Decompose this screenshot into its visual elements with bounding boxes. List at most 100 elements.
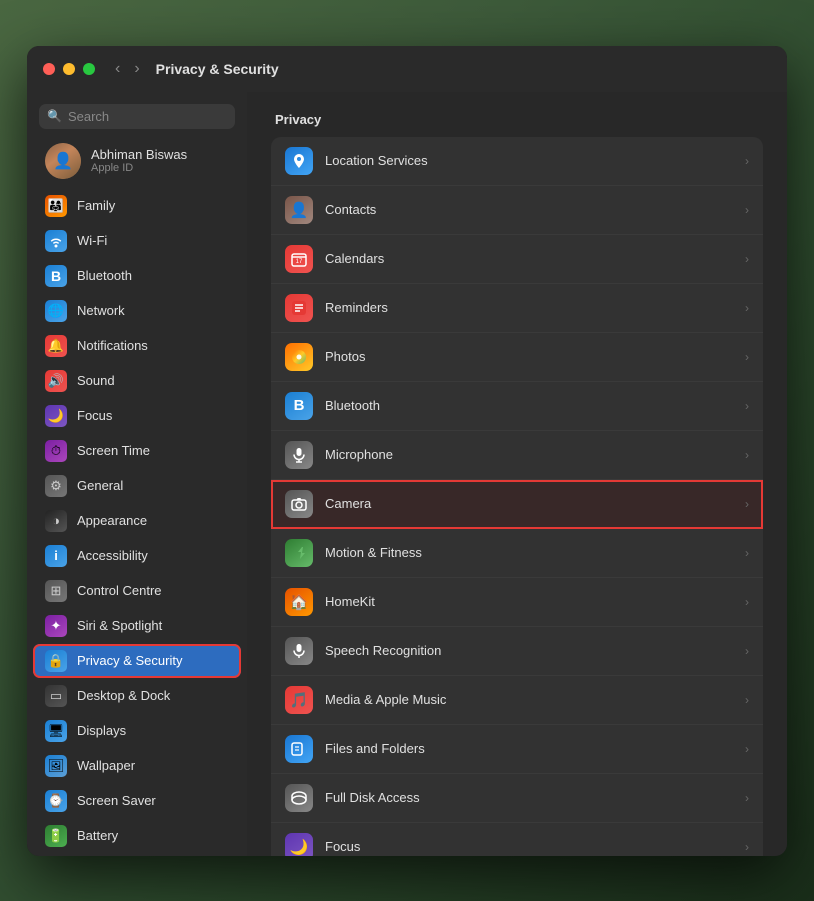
maximize-button[interactable] (83, 63, 95, 75)
screentime-icon: ⏱ (45, 440, 67, 462)
chevron-speech: › (745, 644, 749, 658)
bluetooth-icon: B (45, 265, 67, 287)
microphone-icon (285, 441, 313, 469)
row-photos[interactable]: Photos › (271, 333, 763, 382)
sidebar-item-screensaver[interactable]: ⌚ Screen Saver (33, 784, 241, 818)
row-focus-icon: 🌙 (285, 833, 313, 856)
row-label-speech: Speech Recognition (325, 643, 745, 658)
sidebar-item-wifi[interactable]: Wi-Fi (33, 224, 241, 258)
sidebar-item-lockscreen[interactable]: 🔒 Lock Screen (33, 854, 241, 856)
row-label-location: Location Services (325, 153, 745, 168)
sidebar-item-appearance[interactable]: ◑ Appearance (33, 504, 241, 538)
row-label-bluetooth: Bluetooth (325, 398, 745, 413)
row-label-photos: Photos (325, 349, 745, 364)
row-fulldisk[interactable]: Full Disk Access › (271, 774, 763, 823)
user-profile-item[interactable]: 👤 Abhiman Biswas Apple ID (33, 137, 241, 185)
window-title: Privacy & Security (156, 61, 279, 77)
sidebar-item-desktop[interactable]: ▭ Desktop & Dock (33, 679, 241, 713)
media-icon: 🎵 (285, 686, 313, 714)
chevron-homekit: › (745, 595, 749, 609)
sidebar-label-network: Network (77, 303, 125, 318)
close-button[interactable] (43, 63, 55, 75)
row-media[interactable]: 🎵 Media & Apple Music › (271, 676, 763, 725)
contacts-icon: 👤 (285, 196, 313, 224)
row-label-homekit: HomeKit (325, 594, 745, 609)
row-label-microphone: Microphone (325, 447, 745, 462)
row-microphone[interactable]: Microphone › (271, 431, 763, 480)
row-label-fulldisk: Full Disk Access (325, 790, 745, 805)
accessibility-icon: i (45, 545, 67, 567)
row-homekit[interactable]: 🏠 HomeKit › (271, 578, 763, 627)
files-icon (285, 735, 313, 763)
sidebar-item-siri[interactable]: ✦ Siri & Spotlight (33, 609, 241, 643)
battery-icon: 🔋 (45, 825, 67, 847)
row-files[interactable]: Files and Folders › (271, 725, 763, 774)
sidebar-item-focus[interactable]: 🌙 Focus (33, 399, 241, 433)
row-contacts[interactable]: 👤 Contacts › (271, 186, 763, 235)
appearance-icon: ◑ (45, 510, 67, 532)
section-title: Privacy (271, 112, 763, 127)
sidebar-item-privacy[interactable]: 🔒 Privacy & Security (33, 644, 241, 678)
search-input[interactable] (68, 109, 227, 124)
row-motion[interactable]: Motion & Fitness › (271, 529, 763, 578)
svg-text:17: 17 (296, 259, 303, 265)
sidebar-item-bluetooth[interactable]: B Bluetooth (33, 259, 241, 293)
minimize-button[interactable] (63, 63, 75, 75)
sidebar-item-family[interactable]: 👨‍👩‍👧 Family (33, 189, 241, 223)
avatar: 👤 (45, 143, 81, 179)
family-icon: 👨‍👩‍👧 (45, 195, 67, 217)
traffic-lights (43, 63, 95, 75)
row-speech[interactable]: Speech Recognition › (271, 627, 763, 676)
row-bluetooth[interactable]: B Bluetooth › (271, 382, 763, 431)
chevron-microphone: › (745, 448, 749, 462)
network-icon: 🌐 (45, 300, 67, 322)
general-icon: ⚙ (45, 475, 67, 497)
search-bar[interactable]: 🔍 (39, 104, 235, 129)
calendars-icon: 17 (285, 245, 313, 273)
desktop-icon: ▭ (45, 685, 67, 707)
homekit-icon: 🏠 (285, 588, 313, 616)
row-calendars[interactable]: 17 Calendars › (271, 235, 763, 284)
sidebar-label-wallpaper: Wallpaper (77, 758, 135, 773)
row-focus[interactable]: 🌙 Focus › (271, 823, 763, 856)
row-label-motion: Motion & Fitness (325, 545, 745, 560)
sidebar-label-controlcentre: Control Centre (77, 583, 162, 598)
wifi-icon (45, 230, 67, 252)
back-button[interactable]: ‹ (111, 58, 124, 80)
search-icon: 🔍 (47, 109, 62, 123)
main-panel: Privacy Location Services › 👤 Contacts › (247, 92, 787, 856)
row-camera[interactable]: Camera › (271, 480, 763, 529)
sidebar-label-notifications: Notifications (77, 338, 148, 353)
displays-icon: 🖥 (45, 720, 67, 742)
system-preferences-window: ‹ › Privacy & Security 🔍 👤 Abhiman Biswa… (27, 46, 787, 856)
sidebar-item-sound[interactable]: 🔊 Sound (33, 364, 241, 398)
settings-list: Location Services › 👤 Contacts › 17 Cale… (271, 137, 763, 856)
forward-button[interactable]: › (130, 58, 143, 80)
privacy-icon: 🔒 (45, 650, 67, 672)
chevron-contacts: › (745, 203, 749, 217)
navigation-arrows: ‹ › (111, 58, 144, 80)
chevron-files: › (745, 742, 749, 756)
sidebar-item-screentime[interactable]: ⏱ Screen Time (33, 434, 241, 468)
user-info: Abhiman Biswas Apple ID (91, 147, 187, 174)
sidebar-label-desktop: Desktop & Dock (77, 688, 170, 703)
user-subtitle: Apple ID (91, 162, 187, 174)
content-area: 🔍 👤 Abhiman Biswas Apple ID 👨‍👩‍👧 Family (27, 92, 787, 856)
sidebar-label-siri: Siri & Spotlight (77, 618, 162, 633)
sidebar: 🔍 👤 Abhiman Biswas Apple ID 👨‍👩‍👧 Family (27, 92, 247, 856)
sound-icon: 🔊 (45, 370, 67, 392)
sidebar-item-controlcentre[interactable]: ⊞ Control Centre (33, 574, 241, 608)
sidebar-item-notifications[interactable]: 🔔 Notifications (33, 329, 241, 363)
row-label-focus: Focus (325, 839, 745, 854)
sidebar-item-accessibility[interactable]: i Accessibility (33, 539, 241, 573)
row-reminders[interactable]: Reminders › (271, 284, 763, 333)
sidebar-item-wallpaper[interactable]: 🖼 Wallpaper (33, 749, 241, 783)
sidebar-item-network[interactable]: 🌐 Network (33, 294, 241, 328)
row-location[interactable]: Location Services › (271, 137, 763, 186)
chevron-focus: › (745, 840, 749, 854)
sidebar-item-general[interactable]: ⚙ General (33, 469, 241, 503)
sidebar-item-displays[interactable]: 🖥 Displays (33, 714, 241, 748)
sidebar-item-battery[interactable]: 🔋 Battery (33, 819, 241, 853)
sidebar-label-screensaver: Screen Saver (77, 793, 156, 808)
sidebar-label-displays: Displays (77, 723, 126, 738)
